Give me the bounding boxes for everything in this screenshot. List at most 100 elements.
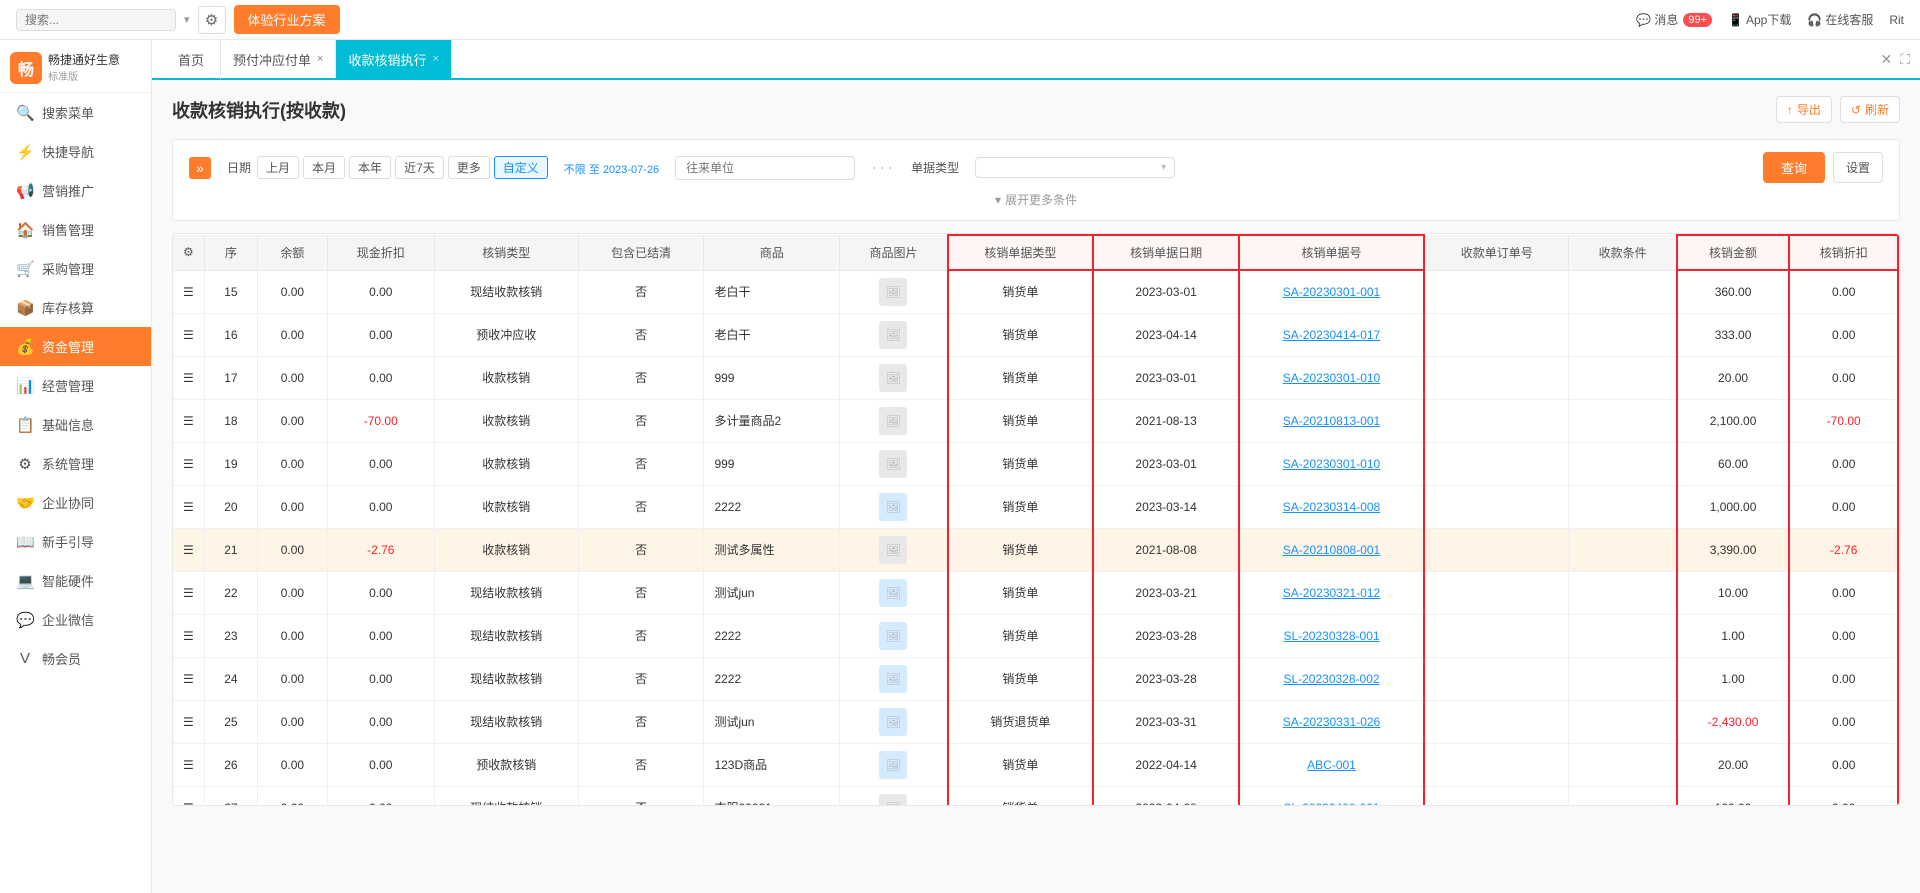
table-row[interactable]: ☰ 22 0.00 0.00 现结收款核销 否 测试jun 🖼 销货单 2023… (173, 571, 1898, 614)
row-settings[interactable]: ☰ (173, 657, 204, 700)
row-settings[interactable]: ☰ (173, 786, 204, 806)
row-cancel-bill-no[interactable]: SA-20230314-008 (1239, 485, 1424, 528)
row-cancel-bill-no[interactable]: SL-20230328-001 (1239, 614, 1424, 657)
tab-receipt-cancel[interactable]: 收款核销执行 × (336, 40, 451, 78)
sidebar-item-inventory[interactable]: 📦 库存核算 (0, 288, 151, 327)
messages-item[interactable]: 💬 消息 99+ (1636, 11, 1712, 28)
expand-conditions-button[interactable]: ▾ 展开更多条件 (995, 191, 1077, 208)
export-button[interactable]: ↑ 导出 (1776, 96, 1832, 123)
table-row[interactable]: ☰ 21 0.00 -2.76 收款核销 否 测试多属性 🖼 销货单 2021-… (173, 528, 1898, 571)
row-cancel-amount: 3,390.00 (1677, 528, 1790, 571)
sidebar-item-search[interactable]: 🔍 搜索菜单 (0, 93, 151, 132)
row-settings[interactable]: ☰ (173, 442, 204, 485)
sidebar-item-operations[interactable]: 📊 经营管理 (0, 366, 151, 405)
query-button[interactable]: 查询 (1763, 152, 1825, 183)
sidebar-item-basic[interactable]: 📋 基础信息 (0, 405, 151, 444)
product-image: 🖼 (879, 622, 907, 650)
tab2-close-icon[interactable]: × (432, 53, 438, 65)
chevron-down-icon[interactable]: ▾ (184, 13, 190, 26)
solution-button[interactable]: 体验行业方案 (234, 5, 340, 34)
sidebar-item-marketing[interactable]: 📢 营销推广 (0, 171, 151, 210)
date-pill-this-month[interactable]: 本月 (303, 156, 345, 179)
date-pill-more[interactable]: 更多 (448, 156, 490, 179)
table-row[interactable]: ☰ 26 0.00 0.00 预收款核销 否 123D商品 🖼 销货单 2022… (173, 743, 1898, 786)
col-seq-header: 序 (204, 235, 257, 270)
maximize-icon[interactable]: ⛶ (1900, 51, 1910, 68)
row-cancel-bill-no[interactable]: SA-20230414-017 (1239, 313, 1424, 356)
row-seq: 19 (204, 442, 257, 485)
row-included-settled: 否 (578, 313, 704, 356)
row-settings[interactable]: ☰ (173, 700, 204, 743)
sidebar-item-sales[interactable]: 🏠 销售管理 (0, 210, 151, 249)
row-cancel-bill-no[interactable]: SL-20230408-001 (1239, 786, 1424, 806)
row-cancel-bill-no[interactable]: SA-20230321-012 (1239, 571, 1424, 614)
tab-home[interactable]: 首页 (162, 40, 221, 79)
col-settings-header[interactable]: ⚙ (173, 235, 204, 270)
filter-toggle-button[interactable]: » (189, 157, 211, 179)
row-cancel-bill-no[interactable]: SA-20230301-010 (1239, 442, 1424, 485)
title-actions: ↑ 导出 ↺ 刷新 (1776, 96, 1900, 123)
table-row[interactable]: ☰ 16 0.00 0.00 预收冲应收 否 老白干 🖼 销货单 2023-04… (173, 313, 1898, 356)
row-seq: 21 (204, 528, 257, 571)
table-row[interactable]: ☰ 23 0.00 0.00 现结收款核销 否 2222 🖼 销货单 2023-… (173, 614, 1898, 657)
row-product: 999 (704, 442, 840, 485)
date-pill-last-month[interactable]: 上月 (257, 156, 299, 179)
row-product: 老白干 (704, 313, 840, 356)
close-window-icon[interactable]: ✕ (1880, 51, 1892, 68)
table-row[interactable]: ☰ 20 0.00 0.00 收款核销 否 2222 🖼 销货单 2023-03… (173, 485, 1898, 528)
counter-party-input[interactable] (675, 156, 855, 180)
sidebar-item-guide[interactable]: 📖 新手引导 (0, 522, 151, 561)
row-cancel-bill-no[interactable]: SA-20230301-001 (1239, 270, 1424, 313)
sidebar-item-purchase[interactable]: 🛒 采购管理 (0, 249, 151, 288)
bill-type-select[interactable]: ▾ (975, 157, 1175, 178)
row-cancel-bill-no[interactable]: SA-20230301-010 (1239, 356, 1424, 399)
row-cancel-discount: -2.76 (1789, 528, 1898, 571)
sidebar-item-hardware[interactable]: 💻 智能硬件 (0, 561, 151, 600)
row-cancel-bill-no[interactable]: SA-20210808-001 (1239, 528, 1424, 571)
row-cancel-discount: 0.00 (1789, 786, 1898, 806)
table-row[interactable]: ☰ 15 0.00 0.00 现结收款核销 否 老白干 🖼 销货单 2023-0… (173, 270, 1898, 313)
row-settings[interactable]: ☰ (173, 485, 204, 528)
sidebar-item-shortcuts[interactable]: ⚡ 快捷导航 (0, 132, 151, 171)
row-product-image: 🖼 (840, 399, 948, 442)
sidebar-item-member[interactable]: V 畅会员 (0, 639, 151, 678)
settings-gear-button[interactable]: ⚙ (198, 6, 226, 34)
row-cancel-bill-no[interactable]: SA-20230331-026 (1239, 700, 1424, 743)
table-row[interactable]: ☰ 17 0.00 0.00 收款核销 否 999 🖼 销货单 2023-03-… (173, 356, 1898, 399)
row-settings[interactable]: ☰ (173, 399, 204, 442)
user-item[interactable]: Rit (1889, 13, 1904, 27)
top-search-input[interactable] (16, 9, 176, 31)
row-balance: 0.00 (258, 270, 328, 313)
row-settings[interactable]: ☰ (173, 356, 204, 399)
row-cancel-bill-no[interactable]: SA-20210813-001 (1239, 399, 1424, 442)
refresh-button[interactable]: ↺ 刷新 (1840, 96, 1900, 123)
table-row[interactable]: ☰ 27 0.00 0.00 现结收款核销 否 衣服00001 🖼 销货单 20… (173, 786, 1898, 806)
row-settings[interactable]: ☰ (173, 270, 204, 313)
row-settings[interactable]: ☰ (173, 313, 204, 356)
sidebar-item-system[interactable]: ⚙ 系统管理 (0, 444, 151, 483)
tab-prepay[interactable]: 预付冲应付单 × (221, 40, 336, 78)
row-cancel-bill-no[interactable]: ABC-001 (1239, 743, 1424, 786)
row-cancel-bill-no[interactable]: SL-20230328-002 (1239, 657, 1424, 700)
date-pill-this-year[interactable]: 本年 (349, 156, 391, 179)
date-pill-custom[interactable]: 自定义 (494, 156, 548, 179)
tab1-close-icon[interactable]: × (317, 53, 323, 65)
row-settings[interactable]: ☰ (173, 743, 204, 786)
sidebar-item-enterprise[interactable]: 🤝 企业协同 (0, 483, 151, 522)
app-download-item[interactable]: 📱 App下载 (1728, 11, 1791, 28)
row-settings[interactable]: ☰ (173, 614, 204, 657)
table-row[interactable]: ☰ 18 0.00 -70.00 收款核销 否 多计量商品2 🖼 销货单 202… (173, 399, 1898, 442)
sidebar-item-finance[interactable]: 💰 资金管理 (0, 327, 151, 366)
row-settings[interactable]: ☰ (173, 528, 204, 571)
filter-settings-button[interactable]: 设置 (1833, 152, 1883, 183)
row-product: 2222 (704, 657, 840, 700)
product-image: 🖼 (879, 278, 907, 306)
row-settings[interactable]: ☰ (173, 571, 204, 614)
date-pill-7days[interactable]: 近7天 (395, 156, 444, 179)
online-support-item[interactable]: 🎧 在线客服 (1807, 11, 1873, 28)
table-row[interactable]: ☰ 19 0.00 0.00 收款核销 否 999 🖼 销货单 2023-03-… (173, 442, 1898, 485)
table-row[interactable]: ☰ 25 0.00 0.00 现结收款核销 否 测试jun 🖼 销货退货单 20… (173, 700, 1898, 743)
sidebar-item-wechat[interactable]: 💬 企业微信 (0, 600, 151, 639)
row-cancel-type: 现结收款核销 (434, 786, 578, 806)
table-row[interactable]: ☰ 24 0.00 0.00 现结收款核销 否 2222 🖼 销货单 2023-… (173, 657, 1898, 700)
